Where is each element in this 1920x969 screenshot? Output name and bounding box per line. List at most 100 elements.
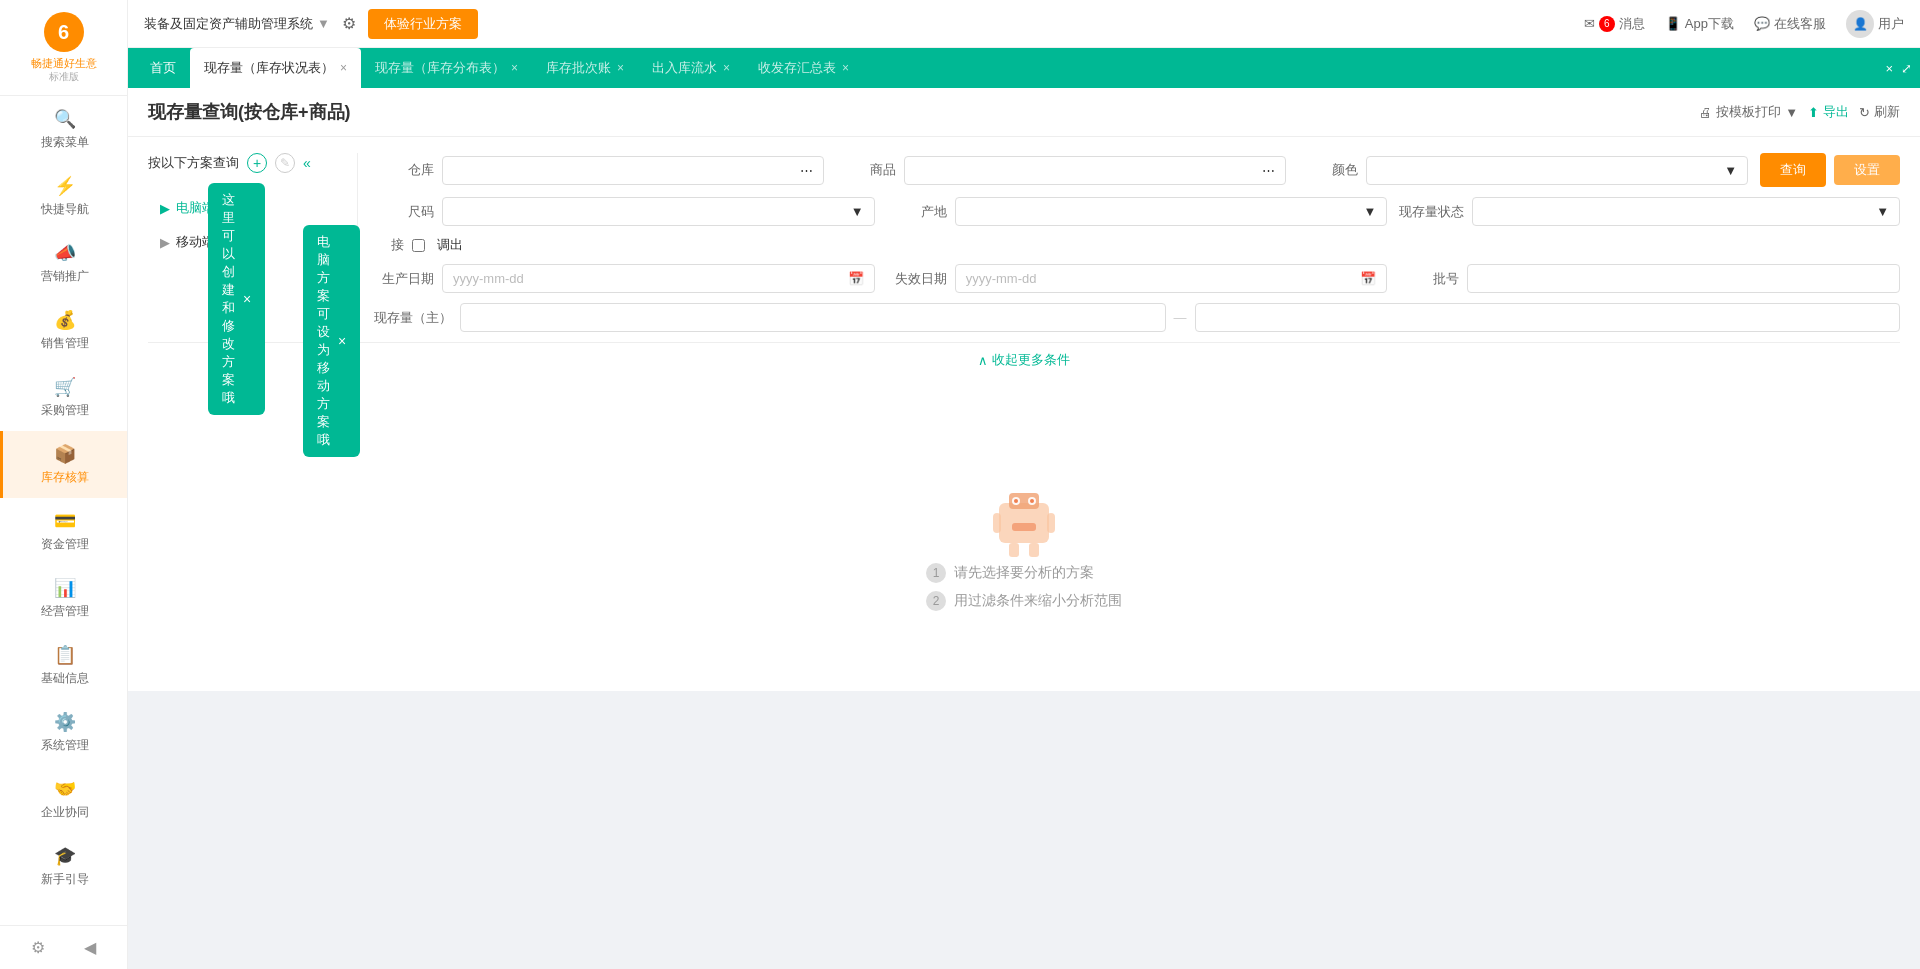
add-scheme-btn[interactable]: +: [247, 153, 267, 173]
tab-batch-account[interactable]: 库存批次账 ×: [532, 48, 638, 88]
batch-input[interactable]: [1467, 264, 1900, 293]
goods-dropdown-icon: ⋯: [1262, 163, 1275, 178]
stock-status-label: 现存量状态: [1399, 203, 1464, 221]
tab-inventory-status-close[interactable]: ×: [340, 61, 347, 75]
produce-date-calendar-icon[interactable]: 📅: [848, 271, 864, 286]
stock-status-select[interactable]: ▼: [1472, 197, 1900, 226]
collapse-sidebar-btn[interactable]: ◀: [84, 938, 96, 957]
goods-select[interactable]: ⋯: [904, 156, 1286, 185]
user-area[interactable]: 👤 用户: [1846, 10, 1904, 38]
desktop-scheme-arrow: ▶: [160, 201, 170, 216]
sidebar-item-basic[interactable]: 📋 基础信息: [0, 632, 127, 699]
stock-qty-range: —: [460, 303, 1900, 332]
sidebar-item-system[interactable]: ⚙️ 系统管理: [0, 699, 127, 766]
operations-icon: 📊: [54, 577, 76, 599]
stock-qty-to[interactable]: [1195, 303, 1901, 332]
batch-label: 批号: [1399, 270, 1459, 288]
desktop-tooltip-text: 电脑方案可设为移动方案哦: [317, 233, 330, 449]
tab-inventory-status-label: 现存量（库存状况表）: [204, 59, 334, 77]
collapse-label: 收起更多条件: [992, 351, 1070, 369]
topbar-left: 装备及固定资产辅助管理系统 ▼ ⚙ 体验行业方案: [144, 9, 478, 39]
sidebar-item-label: 资金管理: [41, 536, 89, 553]
reset-btn[interactable]: 设置: [1834, 155, 1900, 185]
tab-inventory-dist[interactable]: 现存量（库存分布表） ×: [361, 48, 532, 88]
empty-step-2: 2 用过滤条件来缩小分析范围: [926, 591, 1122, 611]
tab-home[interactable]: 首页: [136, 48, 190, 88]
svg-point-5: [1030, 499, 1034, 503]
sidebar-item-purchase[interactable]: 🛒 采购管理: [0, 364, 127, 431]
inventory-icon: 📦: [54, 443, 76, 465]
tab-recv-summary[interactable]: 收发存汇总表 ×: [744, 48, 863, 88]
edit-scheme-btn[interactable]: ✎: [275, 153, 295, 173]
create-tooltip-text: 这里可以创建和修改方案哦: [222, 191, 235, 407]
size-filter: 尺码 ▼: [374, 197, 875, 226]
search-btn[interactable]: 查询: [1760, 153, 1826, 187]
produce-date-input[interactable]: yyyy-mm-dd 📅: [442, 264, 875, 293]
tab-recv-summary-close[interactable]: ×: [842, 61, 849, 75]
export-icon: ⬆: [1808, 105, 1819, 120]
sidebar-item-search[interactable]: 🔍 搜索菜单: [0, 96, 127, 163]
scheme-arrow-btn[interactable]: «: [303, 155, 311, 171]
svg-rect-8: [1047, 513, 1055, 533]
notification-btn[interactable]: ✉ 6 消息: [1584, 15, 1645, 33]
logo-icon: 6: [44, 12, 84, 52]
filter-row-3: 接 调出: [374, 236, 1900, 254]
warehouse-filter: 仓库 ⋯: [374, 156, 824, 185]
topbar-settings-icon[interactable]: ⚙: [342, 14, 356, 33]
trial-btn[interactable]: 体验行业方案: [368, 9, 478, 39]
system-title-select[interactable]: 装备及固定资产辅助管理系统 ▼: [144, 15, 330, 33]
empty-illustration: [979, 473, 1069, 563]
warehouse-select[interactable]: ⋯: [442, 156, 824, 185]
settings-bottom-btn[interactable]: ⚙: [31, 938, 45, 957]
expire-date-calendar-icon[interactable]: 📅: [1360, 271, 1376, 286]
scheme-tooltip-content-2: 电脑方案可设为移动方案哦 ×: [303, 225, 360, 457]
desktop-tooltip-close[interactable]: ×: [338, 333, 346, 349]
sidebar-item-inventory[interactable]: 📦 库存核算: [0, 431, 127, 498]
expire-date-input[interactable]: yyyy-mm-dd 📅: [955, 264, 1388, 293]
sidebar-item-label: 采购管理: [41, 402, 89, 419]
transfer-filter: 接 调出: [374, 236, 1900, 254]
content-area: 现存量查询(按仓库+商品) 🖨 按模板打印 ▼ ⬆ 导出 ↻ 刷新: [128, 88, 1920, 969]
tab-inout-flow[interactable]: 出入库流水 ×: [638, 48, 744, 88]
tab-inventory-status[interactable]: 现存量（库存状况表） ×: [190, 48, 361, 88]
collapse-bar[interactable]: ∧ 收起更多条件: [148, 342, 1900, 377]
size-select[interactable]: ▼: [442, 197, 875, 226]
origin-select[interactable]: ▼: [955, 197, 1388, 226]
tab-inventory-dist-close[interactable]: ×: [511, 61, 518, 75]
mobile-scheme-arrow: ▶: [160, 235, 170, 250]
sidebar-item-marketing[interactable]: 📣 营销推广: [0, 230, 127, 297]
purchase-icon: 🛒: [54, 376, 76, 398]
color-select[interactable]: ▼: [1366, 156, 1748, 185]
notification-label: 消息: [1619, 15, 1645, 33]
sidebar-item-enterprise[interactable]: 🤝 企业协同: [0, 766, 127, 833]
app-download-btn[interactable]: 📱 App下载: [1665, 15, 1734, 33]
produce-date-filter: 生产日期 yyyy-mm-dd 📅: [374, 264, 875, 293]
sidebar-item-guide[interactable]: 🎓 新手引导: [0, 833, 127, 900]
sidebar-item-quicknav[interactable]: ⚡ 快捷导航: [0, 163, 127, 230]
expire-date-label: 失效日期: [887, 270, 947, 288]
size-label: 尺码: [374, 203, 434, 221]
svg-rect-9: [1009, 543, 1019, 557]
marketing-icon: 📣: [54, 242, 76, 264]
tab-batch-account-close[interactable]: ×: [617, 61, 624, 75]
transfer-checkbox[interactable]: [412, 239, 425, 252]
sidebar-item-sales[interactable]: 💰 销售管理: [0, 297, 127, 364]
export-btn[interactable]: ⬆ 导出: [1808, 103, 1849, 121]
empty-steps: 1 请先选择要分析的方案 2 用过滤条件来缩小分析范围: [926, 563, 1122, 611]
step-1-text: 请先选择要分析的方案: [954, 564, 1094, 582]
sidebar-item-operations[interactable]: 📊 经营管理: [0, 565, 127, 632]
create-tooltip-close[interactable]: ×: [243, 291, 251, 307]
transfer-text: 调出: [437, 236, 463, 254]
empty-step-1: 1 请先选择要分析的方案: [926, 563, 1122, 583]
tab-expand-icon[interactable]: ⤢: [1901, 61, 1912, 76]
online-support-btn[interactable]: 💬 在线客服: [1754, 15, 1826, 33]
stock-status-dropdown-icon: ▼: [1876, 204, 1889, 219]
sidebar-item-finance[interactable]: 💳 资金管理: [0, 498, 127, 565]
stock-qty-from[interactable]: [460, 303, 1166, 332]
sidebar-item-label: 快捷导航: [41, 201, 89, 218]
print-btn[interactable]: 🖨 按模板打印 ▼: [1699, 103, 1798, 121]
tab-inout-flow-close[interactable]: ×: [723, 61, 730, 75]
tab-close-all-icon[interactable]: ×: [1885, 61, 1893, 76]
refresh-btn[interactable]: ↻ 刷新: [1859, 103, 1900, 121]
empty-state: 1 请先选择要分析的方案 2 用过滤条件来缩小分析范围: [128, 393, 1920, 691]
